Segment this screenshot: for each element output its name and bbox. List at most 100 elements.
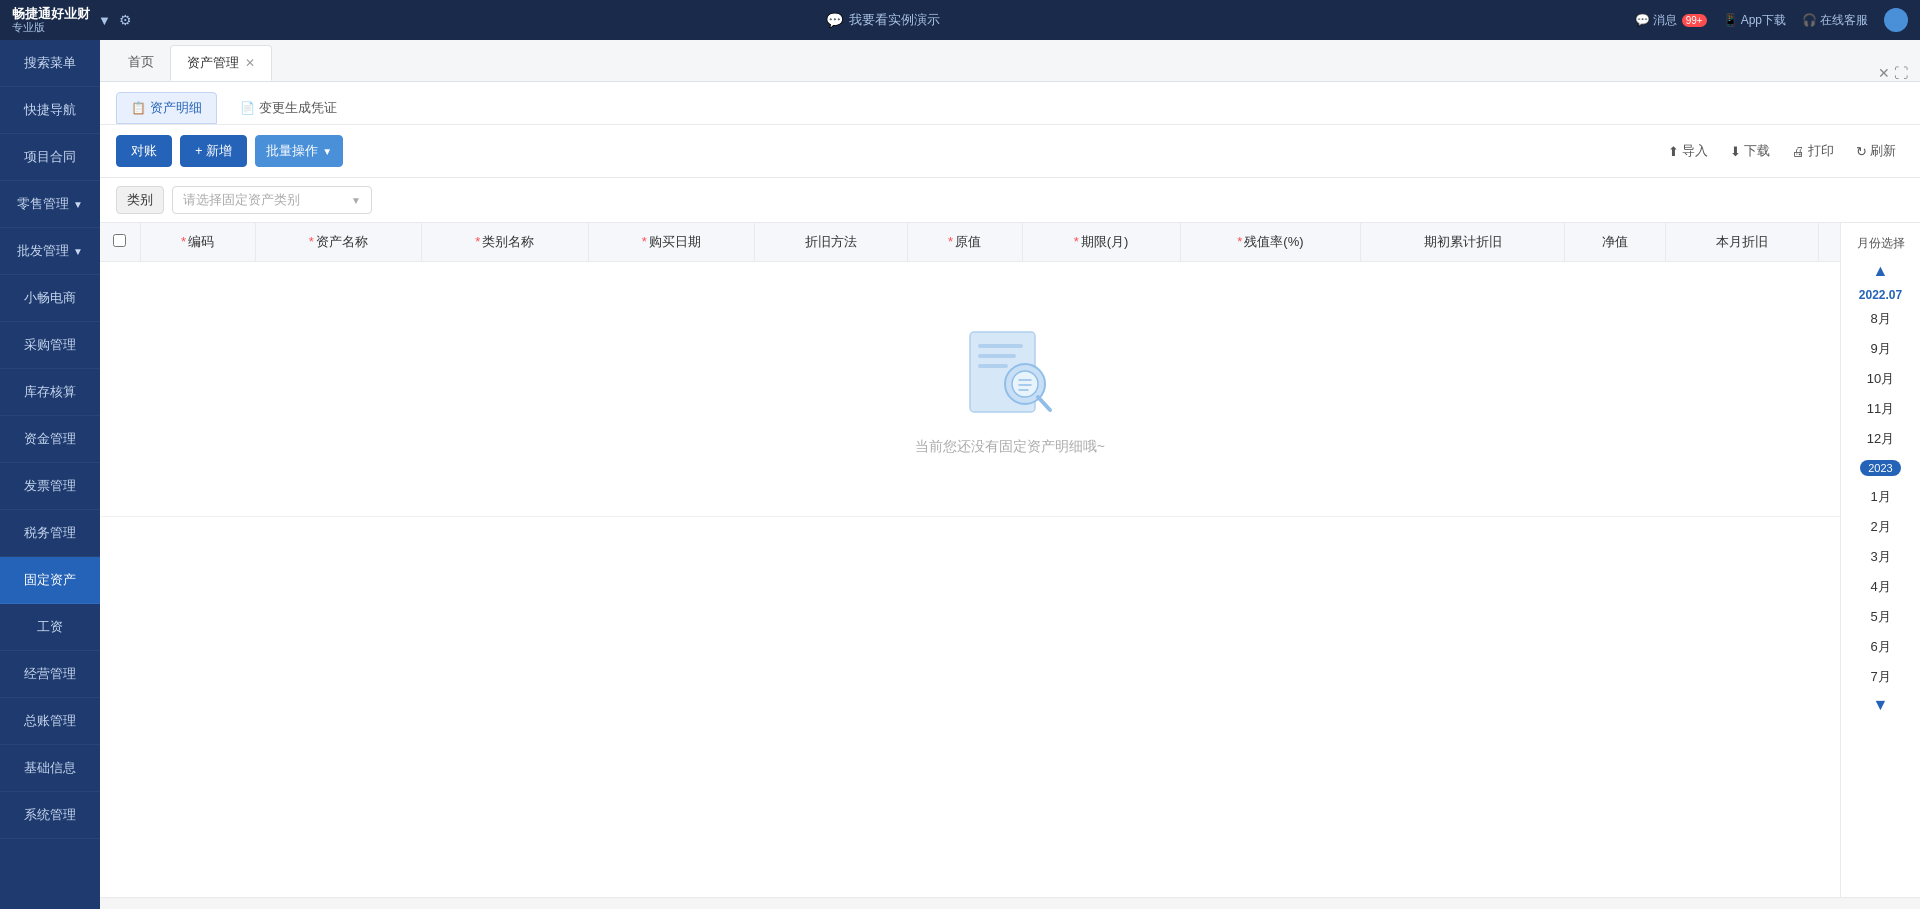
sidebar-item-invoice[interactable]: 发票管理 [0, 463, 100, 510]
download-icon: ⬇ [1730, 144, 1741, 159]
category-label: 类别 [116, 186, 164, 214]
sidebar-item-ops[interactable]: 经营管理 [0, 651, 100, 698]
sidebar-item-quick-nav[interactable]: 快捷导航 [0, 87, 100, 134]
sidebar-label-retail: 零售管理 [17, 195, 69, 213]
user-avatar[interactable] [1884, 8, 1908, 32]
main-layout: 搜索菜单 快捷导航 项目合同 零售管理 ▼ 批发管理 ▼ 小畅电商 采购管理 库… [0, 40, 1920, 909]
col-name: *资产名称 [255, 223, 422, 262]
month-panel-title: 月份选择 [1857, 231, 1905, 258]
tab-asset-mgmt-label: 资产管理 [187, 54, 239, 72]
sub-tab-asset-detail-label: 资产明细 [150, 99, 202, 117]
download-button[interactable]: ⬇ 下载 [1722, 136, 1778, 166]
add-button[interactable]: + 新增 [180, 135, 247, 167]
month-item-1[interactable]: 1月 [1841, 482, 1920, 512]
year-2023-badge-container: 2023 [1860, 458, 1900, 478]
sidebar-label-general-ledger: 总账管理 [24, 712, 76, 730]
settings-icon[interactable]: ⚙ [119, 12, 132, 28]
dropdown-arrow-icon[interactable]: ▼ [98, 13, 111, 28]
select-all-checkbox[interactable] [113, 234, 126, 247]
batch-ops-arrow-icon: ▼ [322, 146, 332, 157]
sidebar-label-finance: 资金管理 [24, 430, 76, 448]
sidebar-item-salary[interactable]: 工资 [0, 604, 100, 651]
sub-tab-asset-detail[interactable]: 📋 资产明细 [116, 92, 217, 124]
online-service-button[interactable]: 🎧 在线客服 [1802, 12, 1868, 29]
close-panel-icon[interactable]: ✕ [1878, 65, 1890, 81]
add-label: + 新增 [195, 142, 232, 160]
month-nav-down-icon[interactable]: ▼ [1869, 692, 1893, 718]
table-and-month-panel: *编码 *资产名称 *类别名称 *购买日期 折旧方法 *原值 *期限(月) *残… [100, 223, 1920, 897]
tab-home[interactable]: 首页 [112, 45, 170, 81]
sidebar-item-tax[interactable]: 税务管理 [0, 510, 100, 557]
sidebar-item-basic-info[interactable]: 基础信息 [0, 745, 100, 792]
category-select-arrow-icon: ▼ [351, 195, 361, 206]
month-item-9[interactable]: 9月 [1841, 334, 1920, 364]
svg-rect-2 [978, 354, 1016, 358]
month-item-3[interactable]: 3月 [1841, 542, 1920, 572]
message-icon: 💬 [1635, 13, 1650, 27]
tab-close-icon[interactable]: ✕ [245, 56, 255, 70]
sidebar-item-wholesale[interactable]: 批发管理 ▼ [0, 228, 100, 275]
sidebar-item-system[interactable]: 系统管理 [0, 792, 100, 839]
sidebar: 搜索菜单 快捷导航 项目合同 零售管理 ▼ 批发管理 ▼ 小畅电商 采购管理 库… [0, 40, 100, 909]
toolbar-right: ⬆ 导入 ⬇ 下载 🖨 打印 ↻ 刷新 [1660, 136, 1904, 166]
message-button[interactable]: 💬 消息 99+ [1635, 12, 1707, 29]
content-area: 📋 资产明细 📄 变更生成凭证 对账 + 新增 批量操作 ▼ [100, 82, 1920, 909]
sidebar-item-fixed-assets[interactable]: 固定资产 [0, 557, 100, 604]
sidebar-label-quick-nav: 快捷导航 [24, 101, 76, 119]
svg-rect-1 [978, 344, 1023, 348]
reconcile-label: 对账 [131, 142, 157, 160]
col-category: *类别名称 [422, 223, 589, 262]
empty-text: 当前您还没有固定资产明细哦~ [915, 438, 1105, 456]
col-depreciation-method: 折旧方法 [755, 223, 908, 262]
headset-icon: 🎧 [1802, 13, 1817, 27]
sidebar-item-finance[interactable]: 资金管理 [0, 416, 100, 463]
top-bar: 畅捷通好业财 专业版 ▼ ⚙ 💬 我要看实例演示 💬 消息 99+ 📱 App下… [0, 0, 1920, 40]
month-item-12[interactable]: 12月 [1841, 424, 1920, 454]
sidebar-item-project[interactable]: 项目合同 [0, 134, 100, 181]
app-download-button[interactable]: 📱 App下载 [1723, 12, 1786, 29]
month-nav-up-icon[interactable]: ▲ [1869, 258, 1893, 284]
batch-ops-button[interactable]: 批量操作 ▼ [255, 135, 343, 167]
sidebar-label-salary: 工资 [37, 618, 63, 636]
sidebar-item-inventory[interactable]: 库存核算 [0, 369, 100, 416]
sub-tab-change-voucher[interactable]: 📄 变更生成凭证 [225, 92, 352, 124]
table-container: *编码 *资产名称 *类别名称 *购买日期 折旧方法 *原值 *期限(月) *残… [100, 223, 1920, 897]
reconcile-button[interactable]: 对账 [116, 135, 172, 167]
demo-link[interactable]: 我要看实例演示 [849, 11, 940, 29]
import-icon: ⬆ [1668, 144, 1679, 159]
category-select[interactable]: 请选择固定资产类别 ▼ [172, 186, 372, 214]
month-item-5[interactable]: 5月 [1841, 602, 1920, 632]
empty-state: 当前您还没有固定资产明细哦~ [100, 262, 1920, 516]
month-item-8[interactable]: 8月 [1841, 304, 1920, 334]
col-accumulated-depreciation: 期初累计折旧 [1361, 223, 1565, 262]
sidebar-item-purchase[interactable]: 采购管理 [0, 322, 100, 369]
sidebar-label-search: 搜索菜单 [24, 54, 76, 72]
bottom-scroll-bar[interactable] [100, 897, 1920, 909]
app-logo: 畅捷通好业财 专业版 [12, 6, 90, 35]
sidebar-item-general-ledger[interactable]: 总账管理 [0, 698, 100, 745]
import-button[interactable]: ⬆ 导入 [1660, 136, 1716, 166]
current-year-display[interactable]: 2022.07 [1859, 284, 1902, 304]
svg-point-5 [1012, 371, 1038, 397]
expand-panel-icon[interactable]: ⛶ [1894, 65, 1908, 81]
tab-home-label: 首页 [128, 53, 154, 71]
month-item-2[interactable]: 2月 [1841, 512, 1920, 542]
refresh-button[interactable]: ↻ 刷新 [1848, 136, 1904, 166]
sidebar-item-search[interactable]: 搜索菜单 [0, 40, 100, 87]
sub-tab-bar: 📋 资产明细 📄 变更生成凭证 [100, 82, 1920, 125]
month-item-4[interactable]: 4月 [1841, 572, 1920, 602]
print-button[interactable]: 🖨 打印 [1784, 136, 1842, 166]
download-label: 下载 [1744, 142, 1770, 160]
month-item-7[interactable]: 7月 [1841, 662, 1920, 692]
message-badge: 99+ [1682, 14, 1707, 27]
month-item-10[interactable]: 10月 [1841, 364, 1920, 394]
sidebar-item-ecommerce[interactable]: 小畅电商 [0, 275, 100, 322]
batch-ops-label: 批量操作 [266, 142, 318, 160]
sidebar-item-retail[interactable]: 零售管理 ▼ [0, 181, 100, 228]
sidebar-arrow-wholesale: ▼ [73, 246, 83, 257]
print-label: 打印 [1808, 142, 1834, 160]
tab-asset-mgmt[interactable]: 资产管理 ✕ [170, 45, 272, 81]
month-item-6[interactable]: 6月 [1841, 632, 1920, 662]
month-item-11[interactable]: 11月 [1841, 394, 1920, 424]
col-residual-rate: *残值率(%) [1180, 223, 1361, 262]
